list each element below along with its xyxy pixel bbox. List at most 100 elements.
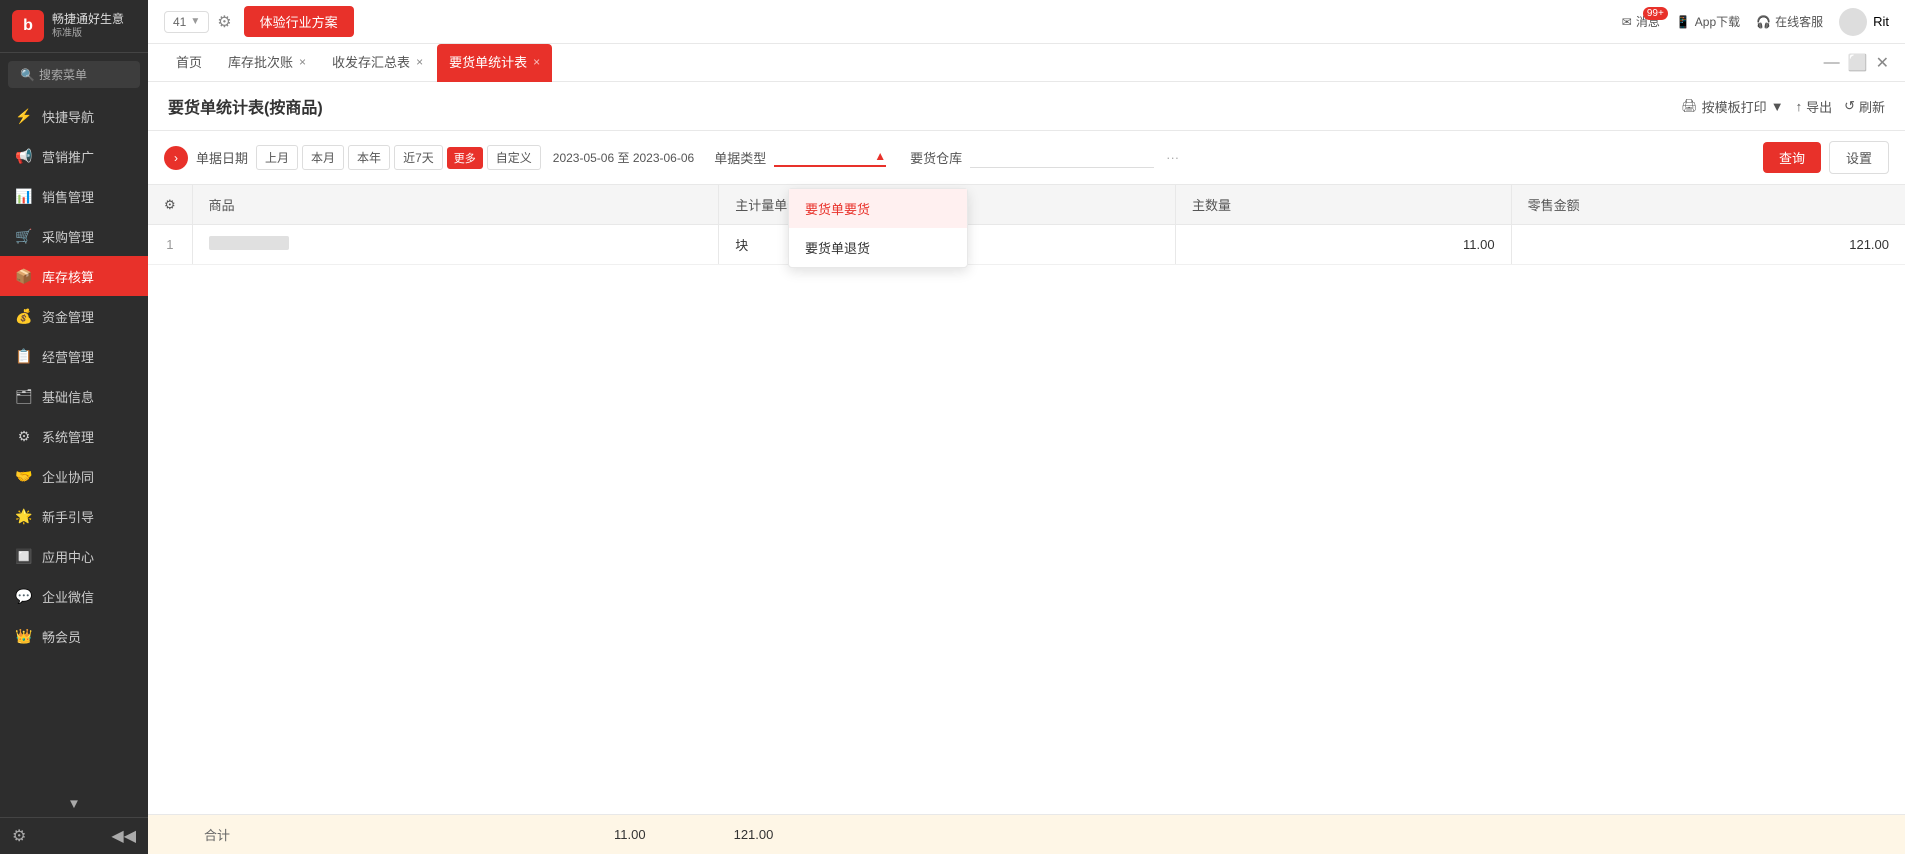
member-icon: 👑 xyxy=(14,626,34,646)
sidebar-item-member[interactable]: 👑 畅会员 xyxy=(0,616,148,656)
refresh-button[interactable]: ↺ 刷新 xyxy=(1844,97,1885,116)
avatar xyxy=(1839,8,1867,36)
sidebar-item-purchase[interactable]: 🛒 采购管理 xyxy=(0,216,148,256)
content-wrapper: 要货单统计表(按商品) 🖨 按模板打印 ▼ ↑ 导出 ↺ 刷新 xyxy=(148,82,1905,854)
operations-icon: 📋 xyxy=(14,346,34,366)
query-button[interactable]: 查询 xyxy=(1763,142,1821,173)
dropdown-item-return[interactable]: 要货单退货 xyxy=(789,228,967,267)
minimize-button[interactable]: — xyxy=(1824,54,1840,72)
sidebar-item-guide[interactable]: 🌟 新手引导 xyxy=(0,496,148,536)
close-icon[interactable]: × xyxy=(299,55,306,69)
type-chevron-up-icon[interactable]: ▲ xyxy=(874,149,886,163)
system-icon: ⚙ xyxy=(14,426,34,446)
type-dropdown-menu: 要货单要货 要货单退货 xyxy=(788,188,968,268)
sidebar-item-sales[interactable]: 📊 销售管理 xyxy=(0,176,148,216)
close-window-button[interactable]: ✕ xyxy=(1876,53,1889,73)
sidebar-item-inventory[interactable]: 📦 库存核算 xyxy=(0,256,148,296)
table-row: 1 块 11.00 121.00 xyxy=(148,225,1905,265)
date-filter-buttons: 上月 本月 本年 近7天 更多 自定义 xyxy=(256,145,541,170)
table-container: ⚙ 商品 主计量单位 主数量 零售金额 1 xyxy=(148,185,1905,814)
topbar-gear-icon[interactable]: ⚙ xyxy=(217,12,231,32)
sidebar-item-system[interactable]: ⚙ 系统管理 xyxy=(0,416,148,456)
type-filter-value xyxy=(774,154,874,158)
filter-expand-button[interactable]: › xyxy=(164,146,188,170)
footer-total-label: 合计 xyxy=(204,825,230,844)
date-range-display: 2023-05-06 至 2023-06-06 xyxy=(553,149,694,166)
row-index: 1 xyxy=(148,225,192,265)
this-month-button[interactable]: 本月 xyxy=(302,145,344,170)
last-7-days-button[interactable]: 近7天 xyxy=(394,145,443,170)
company-select[interactable]: 41 ▼ xyxy=(164,11,209,33)
tab-receipt-summary[interactable]: 收发存汇总表 × xyxy=(320,44,435,82)
sidebar-bottom: ⚙ ◀◀ xyxy=(0,817,148,854)
tabs-actions: — ⬜ ✕ xyxy=(1824,53,1889,73)
data-table: ⚙ 商品 主计量单位 主数量 零售金额 1 xyxy=(148,185,1905,265)
search-icon: 🔍 xyxy=(20,68,35,82)
appcenter-icon: 🔲 xyxy=(14,546,34,566)
filter-bar: › 单据日期 上月 本月 本年 近7天 更多 自定义 2023-05-06 至 … xyxy=(148,131,1905,185)
print-chevron-icon: ▼ xyxy=(1771,99,1784,114)
sidebar-item-baseinfo[interactable]: 🗂 基础信息 xyxy=(0,376,148,416)
user-name: Rit xyxy=(1873,14,1889,29)
tabs-bar: 首页 库存批次账 × 收发存汇总表 × 要货单统计表 × — ⬜ ✕ xyxy=(148,44,1905,82)
user-menu[interactable]: Rit xyxy=(1839,8,1889,36)
print-button[interactable]: 🖨 按模板打印 ▼ xyxy=(1681,97,1783,116)
sidebar-menu: ⚡ 快捷导航 📢 营销推广 📊 销售管理 🛒 采购管理 📦 库存核算 💰 资金管… xyxy=(0,96,148,790)
settings-icon[interactable]: ⚙ xyxy=(12,826,26,846)
sidebar-item-operations[interactable]: 📋 经营管理 xyxy=(0,336,148,376)
sidebar-logo: b 畅捷通好生意 标准版 xyxy=(0,0,148,53)
baseinfo-icon: 🗂 xyxy=(14,386,34,406)
filter-actions: 查询 设置 xyxy=(1763,141,1889,174)
sidebar-item-appcenter[interactable]: 🔲 应用中心 xyxy=(0,536,148,576)
settings-button[interactable]: 设置 xyxy=(1829,141,1889,174)
date-filter-label: 单据日期 xyxy=(196,148,248,167)
tab-order-stats[interactable]: 要货单统计表 × xyxy=(437,44,552,82)
chevron-down-icon: ▼ xyxy=(190,16,200,27)
tab-home[interactable]: 首页 xyxy=(164,44,214,82)
message-icon: ✉ xyxy=(1622,15,1632,29)
last-month-button[interactable]: 上月 xyxy=(256,145,298,170)
close-icon[interactable]: × xyxy=(533,55,540,69)
close-icon[interactable]: × xyxy=(416,55,423,69)
row-qty: 11.00 xyxy=(1176,225,1512,265)
export-button[interactable]: ↑ 导出 xyxy=(1796,97,1833,116)
main-area: 41 ▼ ⚙ 体验行业方案 ✉ 消息 99+ 📱 App下载 🎧 在线客服 R xyxy=(148,0,1905,854)
tab-home-label: 首页 xyxy=(176,52,202,71)
row-amount: 121.00 xyxy=(1511,225,1905,265)
sidebar-item-marketing[interactable]: 📢 营销推广 xyxy=(0,136,148,176)
warehouse-filter-input[interactable] xyxy=(970,148,1154,168)
enterprise-icon: 🤝 xyxy=(14,466,34,486)
warehouse-more-icon[interactable]: ··· xyxy=(1166,150,1179,165)
content-area: 要货单统计表(按商品) 🖨 按模板打印 ▼ ↑ 导出 ↺ 刷新 xyxy=(148,82,1905,854)
online-service-button[interactable]: 🎧 在线客服 xyxy=(1756,13,1823,30)
headset-icon: 🎧 xyxy=(1756,15,1771,29)
maximize-button[interactable]: ⬜ xyxy=(1848,53,1868,73)
this-year-button[interactable]: 本年 xyxy=(348,145,390,170)
more-button[interactable]: 更多 xyxy=(447,147,483,169)
refresh-icon: ↺ xyxy=(1844,98,1855,114)
sidebar-item-enterprise[interactable]: 🤝 企业协同 xyxy=(0,456,148,496)
messages-button[interactable]: ✉ 消息 99+ xyxy=(1622,13,1660,30)
th-settings[interactable]: ⚙ xyxy=(148,185,192,225)
guide-icon: 🌟 xyxy=(14,506,34,526)
sidebar: b 畅捷通好生意 标准版 🔍 搜索菜单 ⚡ 快捷导航 📢 营销推广 📊 销售管理… xyxy=(0,0,148,854)
footer-amount: 121.00 xyxy=(734,827,774,842)
tab-order-stats-label: 要货单统计表 xyxy=(449,52,527,71)
phone-icon: 📱 xyxy=(1676,15,1691,29)
collapse-icon[interactable]: ◀◀ xyxy=(111,826,136,846)
th-amount: 零售金额 xyxy=(1511,185,1905,225)
type-filter-container[interactable]: ▲ xyxy=(774,149,886,167)
tab-inventory-batch[interactable]: 库存批次账 × xyxy=(216,44,318,82)
sidebar-item-finance[interactable]: 💰 资金管理 xyxy=(0,296,148,336)
dropdown-item-order[interactable]: 要货单要货 xyxy=(789,189,967,228)
sidebar-item-quicknav[interactable]: ⚡ 快捷导航 xyxy=(0,96,148,136)
custom-date-button[interactable]: 自定义 xyxy=(487,145,541,170)
app-download-button[interactable]: 📱 App下载 xyxy=(1676,13,1740,30)
sidebar-search[interactable]: 🔍 搜索菜单 xyxy=(8,61,140,88)
table-footer: 合计 11.00 121.00 xyxy=(148,814,1905,854)
table-header-row: ⚙ 商品 主计量单位 主数量 零售金额 xyxy=(148,185,1905,225)
sidebar-scroll-down[interactable]: ▼ xyxy=(0,790,148,817)
sidebar-item-wecom[interactable]: 💬 企业微信 xyxy=(0,576,148,616)
industry-trial-button[interactable]: 体验行业方案 xyxy=(244,6,354,37)
topbar-left: 41 ▼ ⚙ 体验行业方案 xyxy=(164,6,1622,37)
